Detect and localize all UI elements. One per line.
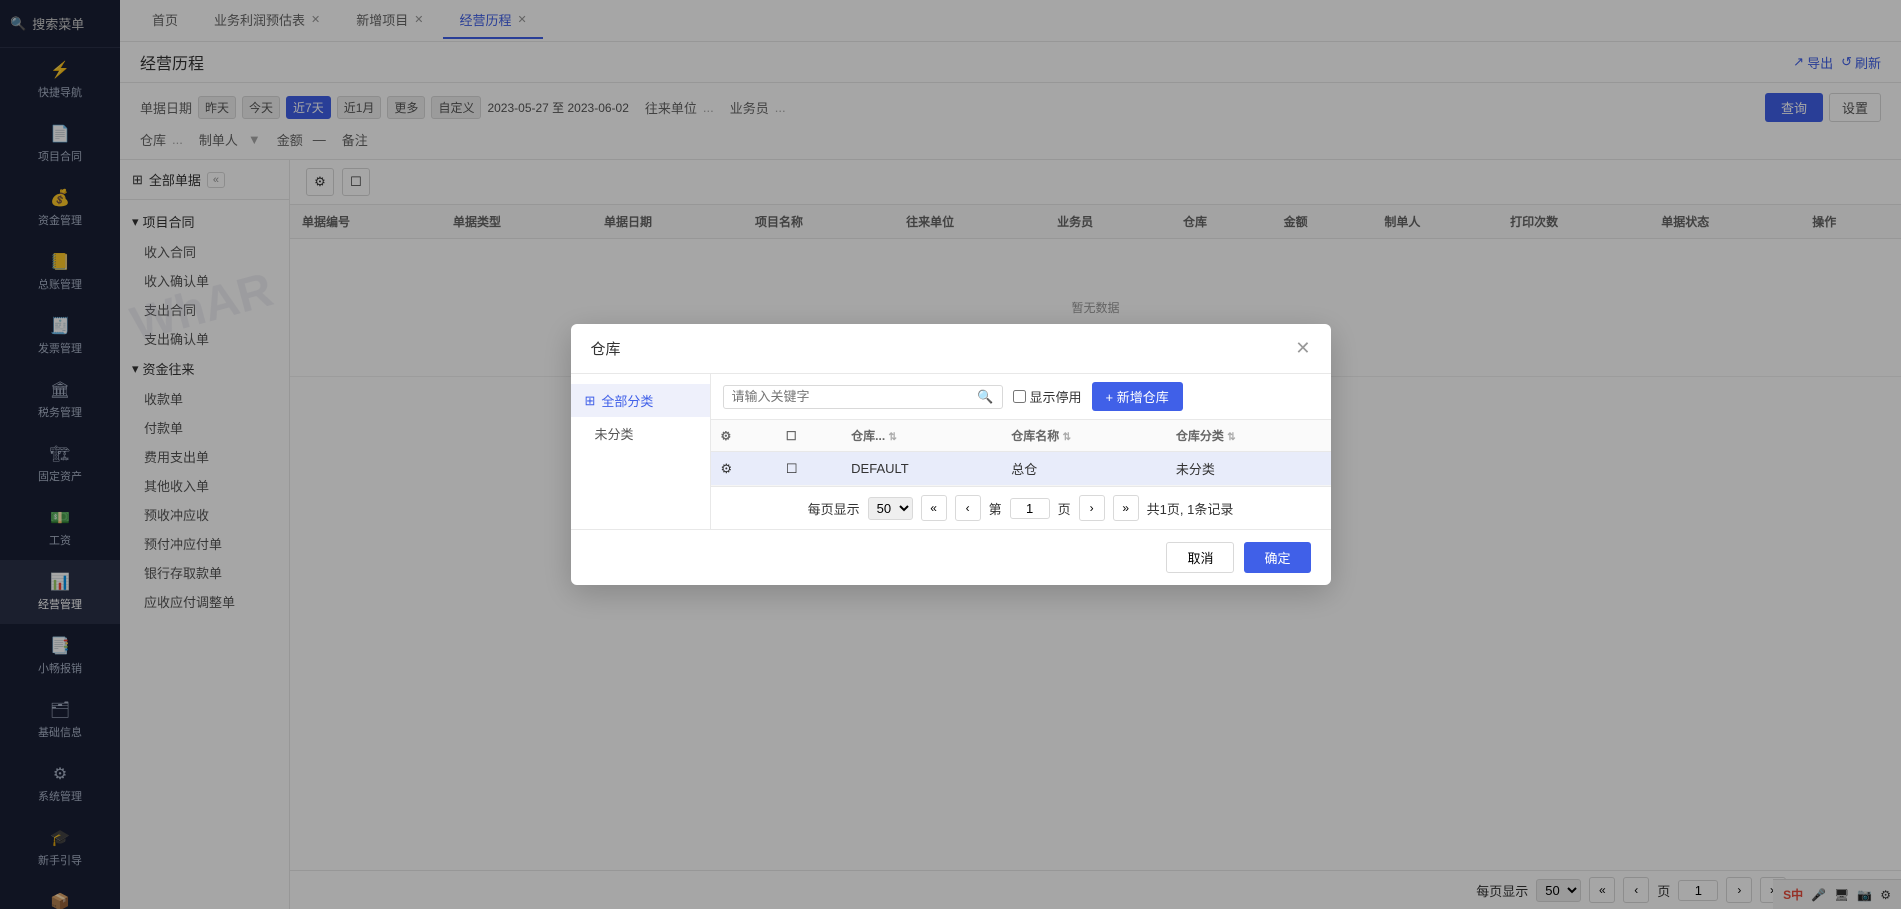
modal-table: ⚙ ☐ 仓库... ⇅ 仓库名称 ⇅ (711, 420, 1331, 486)
modal-close-button[interactable]: ✕ (1295, 338, 1310, 359)
show-disabled-checkbox[interactable] (1013, 390, 1026, 403)
row-checkbox: ☐ (776, 452, 841, 486)
row-settings: ⚙ (711, 452, 776, 486)
modal-right: 🔍 显示停用 + 新增仓库 (711, 374, 1331, 529)
modal-col-settings: ⚙ (711, 420, 776, 452)
modal-actions: 取消 确定 (571, 529, 1331, 585)
modal-confirm-button[interactable]: 确定 (1244, 542, 1310, 573)
modal-page-suffix: 页 (1058, 499, 1071, 518)
modal-category-unclassified[interactable]: 未分类 (571, 417, 710, 450)
modal-page-label: 第 (989, 499, 1002, 518)
modal-title: 仓库 (591, 338, 621, 359)
modal-col-checkbox: ☐ (776, 420, 841, 452)
modal-col-category: 仓库分类 ⇅ (1166, 420, 1331, 452)
table-row[interactable]: ⚙ ☐ DEFAULT 总仓 未分类 (711, 452, 1331, 486)
add-warehouse-label: 新增仓库 (1117, 390, 1169, 405)
modal-search-box: 🔍 (723, 385, 1003, 409)
modal-header: 仓库 ✕ (571, 324, 1331, 374)
category-unclassified-label: 未分类 (595, 424, 634, 443)
modal-col-name: 仓库名称 ⇅ (1001, 420, 1166, 452)
warehouse-modal: 仓库 ✕ ⊞ 全部分类 未分类 🔍 (571, 324, 1331, 585)
modal-categories: ⊞ 全部分类 未分类 (571, 374, 711, 529)
row-code: DEFAULT (841, 452, 1001, 486)
add-warehouse-button[interactable]: + 新增仓库 (1092, 382, 1183, 411)
row-name: 总仓 (1001, 452, 1166, 486)
modal-next-page[interactable]: › (1079, 495, 1105, 521)
grid-icon2: ⊞ (585, 393, 596, 409)
modal-last-page[interactable]: » (1113, 495, 1139, 521)
modal-overlay: 仓库 ✕ ⊞ 全部分类 未分类 🔍 (0, 0, 1901, 909)
category-all-label: 全部分类 (601, 391, 653, 410)
modal-footer-bar: 每页显示 50 « ‹ 第 页 › » 共1页, 1条记录 (711, 486, 1331, 529)
modal-page-input[interactable] (1010, 498, 1050, 519)
modal-total-label: 共1页, 1条记录 (1147, 499, 1234, 518)
modal-search-input[interactable] (732, 389, 974, 404)
row-category: 未分类 (1166, 452, 1331, 486)
plus-icon: + (1106, 390, 1114, 405)
modal-prev-page[interactable]: ‹ (955, 495, 981, 521)
modal-toolbar: 🔍 显示停用 + 新增仓库 (711, 374, 1331, 420)
modal-category-all[interactable]: ⊞ 全部分类 (571, 384, 710, 417)
modal-cancel-button[interactable]: 取消 (1166, 542, 1234, 573)
modal-per-page-select[interactable]: 50 (868, 497, 913, 520)
modal-search-icon: 🔍 (977, 389, 993, 405)
show-disabled-text: 显示停用 (1030, 387, 1082, 406)
modal-table-wrap: ⚙ ☐ 仓库... ⇅ 仓库名称 ⇅ (711, 420, 1331, 486)
modal-per-page-label: 每页显示 (808, 499, 860, 518)
show-disabled-label[interactable]: 显示停用 (1013, 387, 1082, 406)
modal-body: ⊞ 全部分类 未分类 🔍 显示停用 (571, 374, 1331, 529)
modal-col-code: 仓库... ⇅ (841, 420, 1001, 452)
modal-first-page[interactable]: « (921, 495, 947, 521)
